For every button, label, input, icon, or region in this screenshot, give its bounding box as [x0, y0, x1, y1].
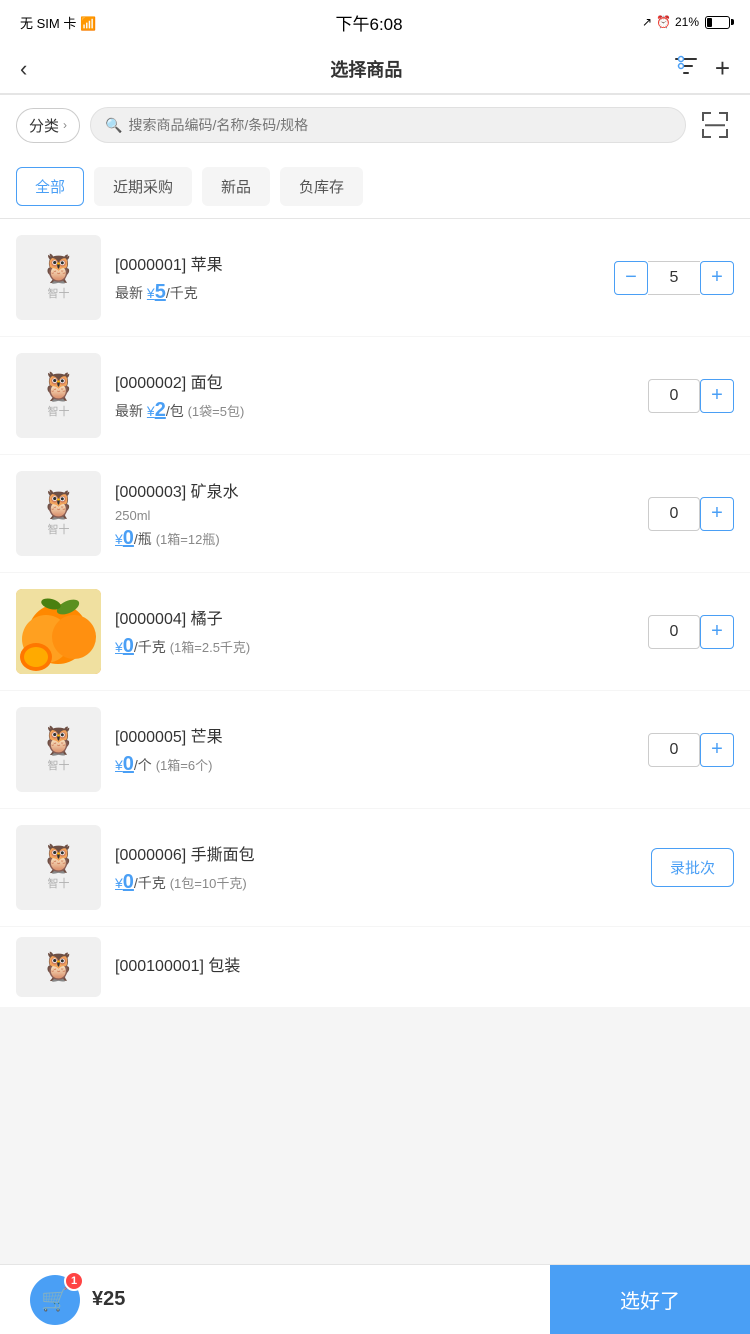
tab-recent[interactable]: 近期采购 — [94, 167, 192, 206]
product-list: 🦉 智十 [0000001] 苹果 最新 ¥5/千克 − + 🦉 智十 [000… — [0, 219, 750, 1007]
batch-control: 录批次 — [651, 848, 734, 887]
quantity-input[interactable] — [648, 379, 700, 413]
cart-icon: 🛒 — [41, 1287, 68, 1313]
increase-button[interactable]: + — [700, 733, 734, 767]
table-row: 🦉 [000100001] 包装 — [0, 927, 750, 1007]
product-info: [0000004] 橘子 ¥0/千克 (1箱=2.5千克) — [115, 605, 634, 658]
product-price: ¥0/千克 (1箱=2.5千克) — [115, 635, 634, 658]
table-row: 🦉 智十 [0000001] 苹果 最新 ¥5/千克 − + — [0, 219, 750, 336]
product-spec: 250ml — [115, 508, 634, 523]
filter-tabs: 全部 近期采购 新品 负库存 — [0, 155, 750, 219]
quantity-control: + — [648, 615, 734, 649]
chevron-right-icon: › — [63, 118, 67, 132]
product-info: [0000005] 芒果 ¥0/个 (1箱=6个) — [115, 723, 634, 776]
table-row: [0000004] 橘子 ¥0/千克 (1箱=2.5千克) + — [0, 573, 750, 690]
quantity-control: + — [648, 497, 734, 531]
product-price: 最新 ¥2/包 (1袋=5包) — [115, 399, 634, 422]
confirm-button[interactable]: 选好了 — [550, 1265, 750, 1334]
product-name: [0000006] 手撕面包 — [115, 841, 637, 865]
product-thumbnail — [16, 589, 101, 674]
tab-negative-stock[interactable]: 负库存 — [280, 167, 363, 206]
scan-button[interactable] — [696, 107, 734, 143]
nav-actions: + — [673, 53, 730, 84]
time: 下午6:08 — [336, 10, 403, 35]
location-icon: ↗ — [642, 15, 652, 29]
quantity-input[interactable] — [648, 615, 700, 649]
product-price: ¥0/千克 (1包=10千克) — [115, 871, 637, 894]
nav-bar: ‹ 选择商品 + — [0, 44, 750, 94]
quantity-control: + — [648, 733, 734, 767]
cart-total: ¥25 — [92, 1288, 125, 1311]
product-name: [0000004] 橘子 — [115, 605, 634, 629]
quantity-input[interactable] — [648, 497, 700, 531]
search-input[interactable] — [128, 117, 671, 133]
cart-button[interactable]: 🛒 1 — [30, 1275, 80, 1325]
product-thumbnail: 🦉 智十 — [16, 353, 101, 438]
product-name: [0000001] 苹果 — [115, 251, 600, 275]
page-title: 选择商品 — [330, 56, 402, 82]
product-thumbnail: 🦉 智十 — [16, 707, 101, 792]
increase-button[interactable]: + — [700, 497, 734, 531]
bottom-bar: 🛒 1 ¥25 选好了 — [0, 1264, 750, 1334]
table-row: 🦉 智十 [0000006] 手撕面包 ¥0/千克 (1包=10千克) 录批次 — [0, 809, 750, 926]
product-thumbnail: 🦉 智十 — [16, 471, 101, 556]
decrease-button[interactable]: − — [614, 261, 648, 295]
increase-button[interactable]: + — [700, 379, 734, 413]
product-name: [0000005] 芒果 — [115, 723, 634, 747]
alarm-icon: ⏰ — [656, 15, 671, 29]
product-price: ¥0/个 (1箱=6个) — [115, 753, 634, 776]
status-right: ↗ ⏰ 21% — [642, 15, 730, 29]
add-icon[interactable]: + — [715, 53, 730, 84]
status-bar: 无 SIM 卡 📶 下午6:08 ↗ ⏰ 21% — [0, 0, 750, 44]
product-info: [000100001] 包装 — [115, 952, 734, 982]
increase-button[interactable]: + — [700, 615, 734, 649]
table-row: 🦉 智十 [0000002] 面包 最新 ¥2/包 (1袋=5包) + — [0, 337, 750, 454]
batch-button[interactable]: 录批次 — [651, 848, 734, 887]
product-price: 最新 ¥5/千克 — [115, 281, 600, 304]
category-button[interactable]: 分类 › — [16, 108, 80, 143]
product-name: [000100001] 包装 — [115, 952, 734, 976]
tab-all[interactable]: 全部 — [16, 167, 84, 206]
quantity-control: + — [648, 379, 734, 413]
filter-icon[interactable] — [673, 55, 699, 83]
search-area: 分类 › 🔍 — [0, 95, 750, 155]
cart-badge: 1 — [64, 1271, 84, 1291]
product-info: [0000003] 矿泉水 250ml ¥0/瓶 (1箱=12瓶) — [115, 478, 634, 550]
search-box[interactable]: 🔍 — [90, 107, 686, 143]
battery-percent: 21% — [675, 15, 699, 29]
product-thumbnail: 🦉 — [16, 937, 101, 997]
product-name: [0000003] 矿泉水 — [115, 478, 634, 502]
battery-icon — [705, 16, 730, 29]
table-row: 🦉 智十 [0000003] 矿泉水 250ml ¥0/瓶 (1箱=12瓶) + — [0, 455, 750, 572]
quantity-input[interactable] — [648, 733, 700, 767]
product-info: [0000001] 苹果 最新 ¥5/千克 — [115, 251, 600, 304]
product-thumbnail: 🦉 智十 — [16, 235, 101, 320]
tab-new[interactable]: 新品 — [202, 167, 270, 206]
search-icon: 🔍 — [105, 117, 122, 134]
increase-button[interactable]: + — [700, 261, 734, 295]
table-row: 🦉 智十 [0000005] 芒果 ¥0/个 (1箱=6个) + — [0, 691, 750, 808]
cart-section: 🛒 1 ¥25 — [0, 1275, 550, 1325]
carrier-wifi: 无 SIM 卡 📶 — [20, 13, 96, 32]
product-info: [0000006] 手撕面包 ¥0/千克 (1包=10千克) — [115, 841, 637, 894]
quantity-input[interactable] — [648, 261, 700, 295]
product-info: [0000002] 面包 最新 ¥2/包 (1袋=5包) — [115, 369, 634, 422]
product-name: [0000002] 面包 — [115, 369, 634, 393]
product-thumbnail: 🦉 智十 — [16, 825, 101, 910]
back-button[interactable]: ‹ — [20, 56, 60, 82]
quantity-control: − + — [614, 261, 734, 295]
product-price: ¥0/瓶 (1箱=12瓶) — [115, 527, 634, 550]
